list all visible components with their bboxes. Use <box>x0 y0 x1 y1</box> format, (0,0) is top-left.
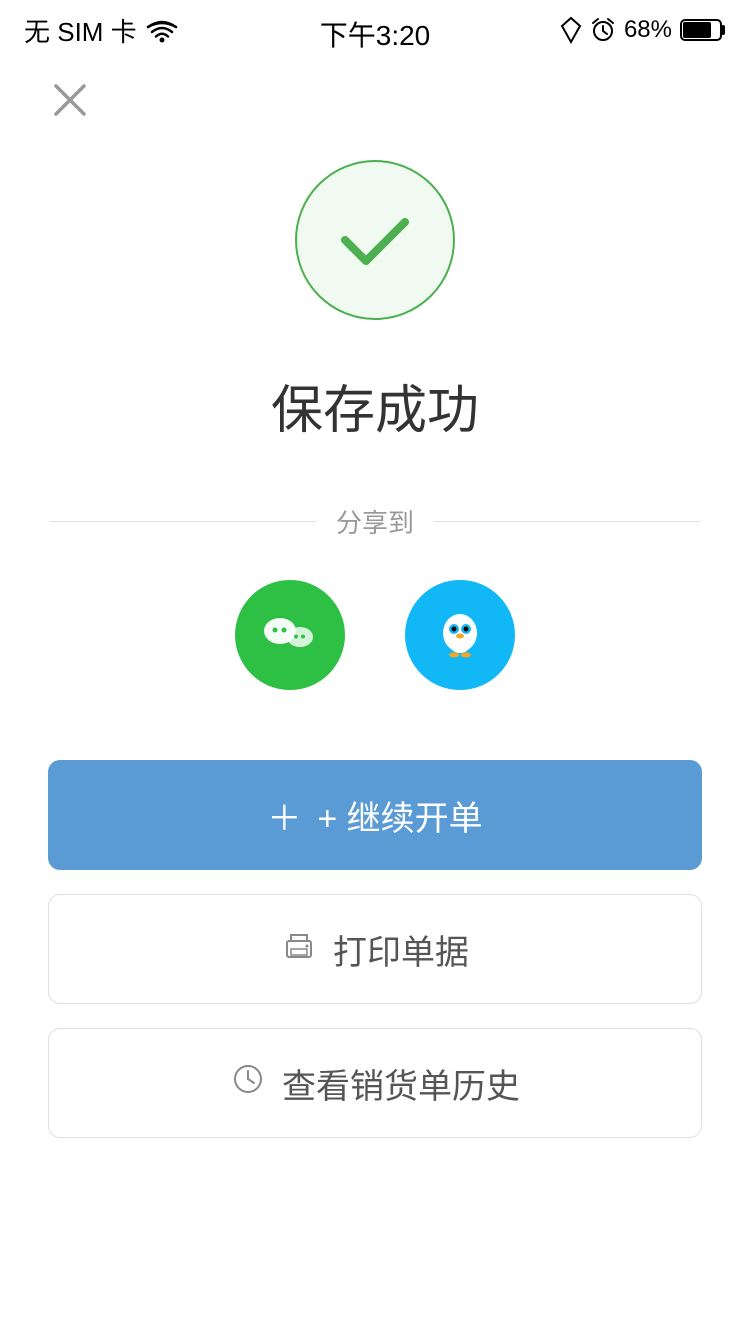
close-button[interactable] <box>40 70 100 130</box>
history-icon <box>230 1061 266 1106</box>
location-icon <box>560 16 582 44</box>
status-left: 无 SIM 卡 <box>24 12 179 49</box>
print-label: 打印单据 <box>333 925 469 974</box>
print-icon <box>281 927 317 972</box>
status-time: 下午3:20 <box>320 14 431 54</box>
battery-label: 68% <box>624 16 672 44</box>
print-button[interactable]: 打印单据 <box>48 894 702 1004</box>
battery-icon <box>680 18 726 42</box>
main-content: 保存成功 分享到 <box>0 60 750 1138</box>
history-label: 查看销货单历史 <box>282 1059 520 1108</box>
no-sim-label: 无 SIM 卡 <box>24 12 137 49</box>
wechat-share-button[interactable] <box>235 580 345 690</box>
action-buttons: ＋ + 继续开单 打印单据 查看销货单历史 <box>0 760 750 1138</box>
continue-order-label: + 继续开单 <box>317 791 482 840</box>
alarm-icon <box>590 17 616 43</box>
divider-line-right <box>434 521 700 522</box>
status-bar: 无 SIM 卡 下午3:20 68% <box>0 0 750 60</box>
plus-icon: ＋ <box>267 791 301 840</box>
continue-order-button[interactable]: ＋ + 继续开单 <box>48 760 702 870</box>
success-icon-circle <box>295 160 455 320</box>
success-title: 保存成功 <box>271 368 479 443</box>
divider-line-left <box>50 521 316 522</box>
history-button[interactable]: 查看销货单历史 <box>48 1028 702 1138</box>
share-icons-container <box>235 580 515 690</box>
share-divider-text: 分享到 <box>316 503 434 540</box>
wifi-icon <box>145 17 179 43</box>
qq-share-button[interactable] <box>405 580 515 690</box>
status-right: 68% <box>560 16 726 44</box>
share-divider: 分享到 <box>0 503 750 540</box>
